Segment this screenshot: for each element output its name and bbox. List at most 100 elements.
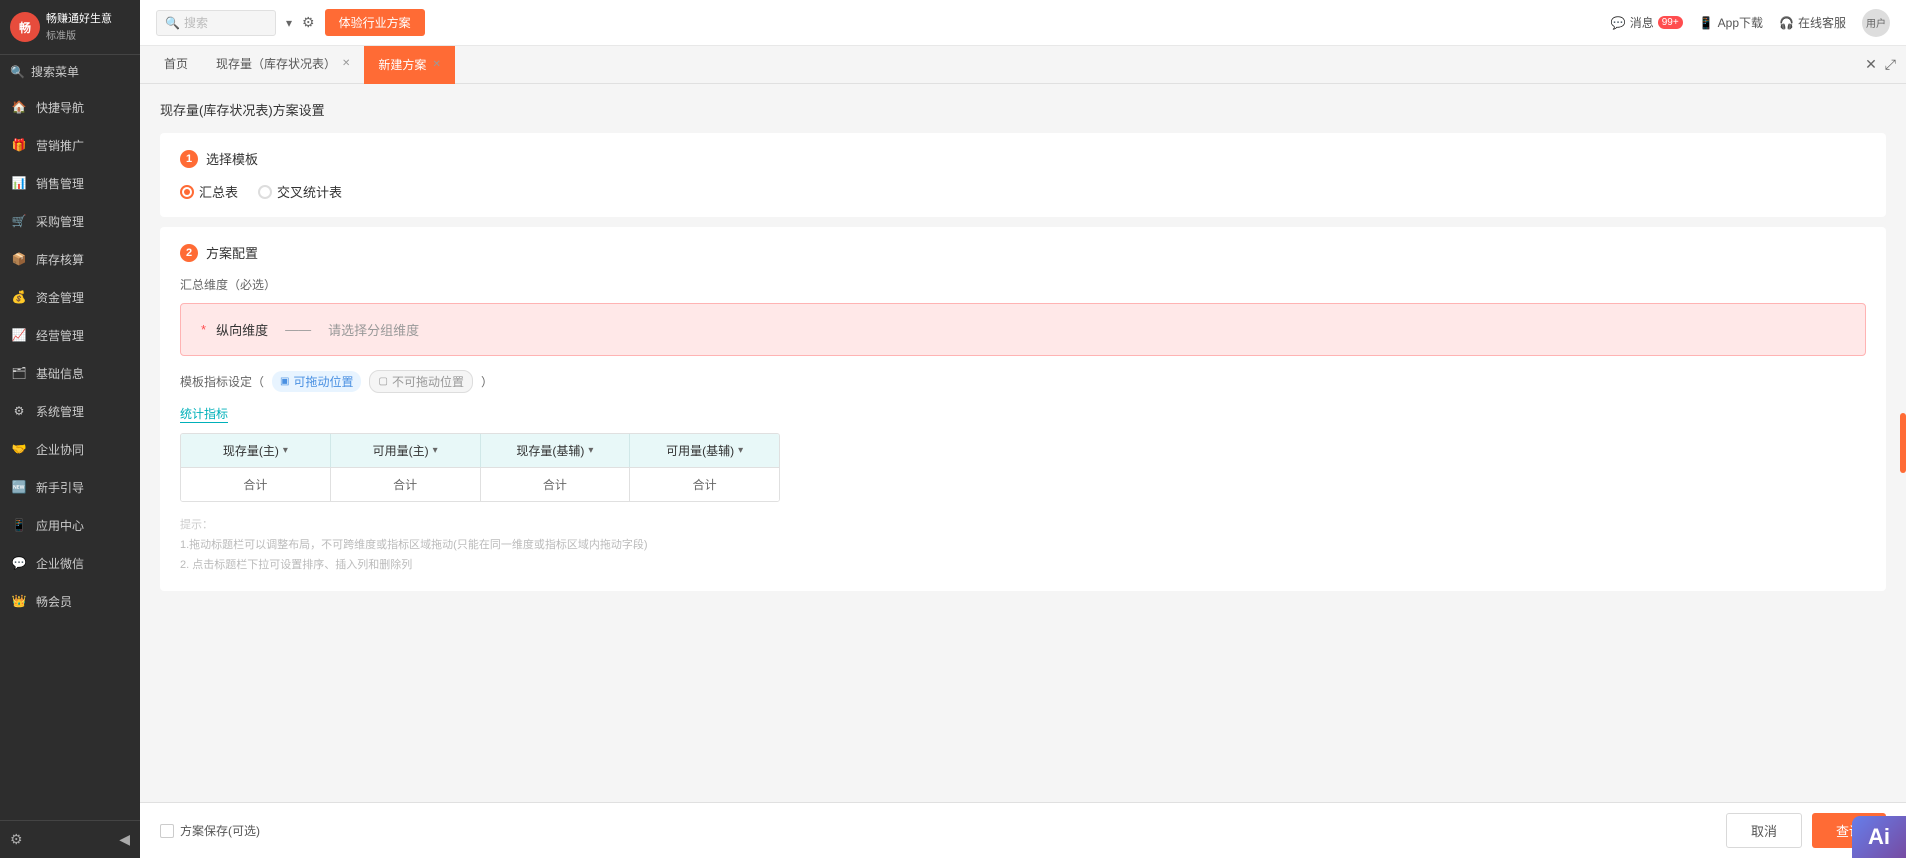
trial-button[interactable]: 体验行业方案 <box>325 9 425 36</box>
dimension-label: 汇总维度（必选） <box>180 276 1866 293</box>
col-current-main[interactable]: 现存量(主) ▾ <box>181 434 331 467</box>
sidebar-item-label: 经营管理 <box>36 327 84 344</box>
col-current-aux[interactable]: 现存量(基辅) ▾ <box>481 434 631 467</box>
tab-home[interactable]: 首页 <box>150 46 202 84</box>
sidebar-item-label: 销售管理 <box>36 175 84 192</box>
section1-header: 1 选择模板 <box>180 149 1866 168</box>
topbar-gear-icon[interactable]: ⚙ <box>302 14 315 31</box>
sidebar-item-sales[interactable]: 📊 销售管理 <box>0 164 140 202</box>
tab-home-label: 首页 <box>164 55 188 72</box>
message-icon: 💬 <box>1611 16 1626 30</box>
sidebar: 畅 畅赚通好生意 标准版 🔍 搜索菜单 🏠 快捷导航 🎁 营销推广 📊 销售管理… <box>0 0 140 858</box>
app-download-item[interactable]: 📱 App下载 <box>1699 14 1763 31</box>
collapse-icon[interactable]: ◀ <box>119 831 130 848</box>
bottom-bar: 方案保存(可选) 取消 查询 <box>140 802 1906 858</box>
radio-summary[interactable]: 汇总表 <box>180 182 238 201</box>
radio-crosstab-circle <box>258 185 272 199</box>
dimension-box[interactable]: * 纵向维度 —— 请选择分组维度 <box>180 303 1866 356</box>
radio-crosstab[interactable]: 交叉统计表 <box>258 182 342 201</box>
col-available-main[interactable]: 可用量(主) ▾ <box>331 434 481 467</box>
sidebar-item-wechat[interactable]: 💬 企业微信 <box>0 544 140 582</box>
sidebar-item-basicinfo[interactable]: 🗂 基础信息 <box>0 354 140 392</box>
enterprise-icon: 🤝 <box>10 440 28 458</box>
col-current-main-arrow[interactable]: ▾ <box>283 445 288 456</box>
col-available-main-arrow[interactable]: ▾ <box>433 445 438 456</box>
scroll-indicator <box>1900 413 1906 473</box>
tab-inventory-report[interactable]: 现存量（库存状况表） ✕ <box>202 46 364 84</box>
col-current-main-label: 现存量(主) <box>223 442 279 459</box>
sidebar-item-finance[interactable]: 💰 资金管理 <box>0 278 140 316</box>
dimension-separator: —— <box>278 322 318 337</box>
sidebar-item-purchase[interactable]: 🛒 采购管理 <box>0 202 140 240</box>
col-available-aux[interactable]: 可用量(基辅) ▾ <box>630 434 779 467</box>
sidebar-item-inventory[interactable]: 📦 库存核算 <box>0 240 140 278</box>
col-available-aux-arrow[interactable]: ▾ <box>738 445 743 456</box>
user-avatar[interactable]: 用户 <box>1862 9 1890 37</box>
finance-icon: 💰 <box>10 288 28 306</box>
settings-icon[interactable]: ⚙ <box>10 831 23 848</box>
tab-new-close[interactable]: ✕ <box>432 59 440 70</box>
section1-num: 1 <box>180 150 198 168</box>
sidebar-nav: 🏠 快捷导航 🎁 营销推广 📊 销售管理 🛒 采购管理 📦 库存核算 💰 资金管… <box>0 88 140 820</box>
sidebar-search-label: 搜索菜单 <box>31 63 79 80</box>
tab-inventory-close[interactable]: ✕ <box>342 58 350 69</box>
stats-label-row: 统计指标 <box>180 405 1866 423</box>
win-maximize-icon[interactable]: ⤢ <box>1885 56 1896 73</box>
sidebar-item-operations[interactable]: 📈 经营管理 <box>0 316 140 354</box>
wechat-icon: 💬 <box>10 554 28 572</box>
online-support-item[interactable]: 🎧 在线客服 <box>1779 14 1846 31</box>
inventory-icon: 📦 <box>10 250 28 268</box>
ai-badge[interactable]: Ai <box>1852 816 1906 858</box>
message-item[interactable]: 💬 消息 99+ <box>1611 14 1683 31</box>
draggable-label: 可拖动位置 <box>293 373 353 390</box>
sidebar-item-label: 企业协同 <box>36 441 84 458</box>
search-icon: 🔍 <box>165 16 180 30</box>
sidebar-footer: ⚙ ◀ <box>0 820 140 858</box>
app-name: 畅赚通好生意 <box>46 12 112 26</box>
indicator-close-paren: ） <box>481 373 493 390</box>
col-available-aux-label: 可用量(基辅) <box>666 442 734 459</box>
sidebar-logo: 畅 畅赚通好生意 标准版 <box>0 0 140 55</box>
stats-section: 统计指标 现存量(主) ▾ 可用量(主) ▾ 现存量(基辅) <box>180 405 1866 575</box>
sidebar-item-label: 应用中心 <box>36 517 84 534</box>
indicator-settings-label: 模板指标设定（ <box>180 373 264 390</box>
draggable-icon: ▣ <box>280 376 289 387</box>
cell-available-main-val: 合计 <box>393 476 417 493</box>
col-current-aux-arrow[interactable]: ▾ <box>588 445 593 456</box>
member-icon: 👑 <box>10 592 28 610</box>
online-support-label: 在线客服 <box>1798 14 1846 31</box>
non-draggable-label: 不可拖动位置 <box>392 373 464 390</box>
sidebar-item-newguide[interactable]: 🆕 新手引导 <box>0 468 140 506</box>
tip-item2: 2. 点击标题栏下拉可设置排序、插入列和删除列 <box>180 559 412 571</box>
basicinfo-icon: 🗂 <box>10 364 28 382</box>
sidebar-item-label: 采购管理 <box>36 213 84 230</box>
stats-table-header: 现存量(主) ▾ 可用量(主) ▾ 现存量(基辅) ▾ 可用量(基辅) <box>181 434 779 467</box>
sidebar-item-marketing[interactable]: 🎁 营销推广 <box>0 126 140 164</box>
sidebar-search[interactable]: 🔍 搜索菜单 <box>0 55 140 88</box>
stats-label: 统计指标 <box>180 405 228 423</box>
sidebar-item-enterprise[interactable]: 🤝 企业协同 <box>0 430 140 468</box>
page-title: 现存量(库存状况表)方案设置 <box>160 100 1886 119</box>
section-config: 2 方案配置 汇总维度（必选） * 纵向维度 —— 请选择分组维度 模板指标设定… <box>160 227 1886 591</box>
cell-current-aux-val: 合计 <box>543 476 567 493</box>
sidebar-item-system[interactable]: ⚙ 系统管理 <box>0 392 140 430</box>
cancel-button[interactable]: 取消 <box>1726 813 1802 848</box>
topbar-left: 🔍 搜索 ▾ ⚙ 体验行业方案 <box>156 9 425 36</box>
headset-icon: 🎧 <box>1779 16 1794 30</box>
section2-title: 方案配置 <box>206 243 258 262</box>
sidebar-item-label: 资金管理 <box>36 289 84 306</box>
sales-icon: 📊 <box>10 174 28 192</box>
save-plan-checkbox[interactable] <box>160 824 174 838</box>
tab-new-plan[interactable]: 新建方案 ✕ <box>364 46 454 84</box>
non-draggable-icon: ▢ <box>378 376 387 387</box>
win-close-icon[interactable]: ✕ <box>1865 56 1877 73</box>
topbar-dropdown-arrow[interactable]: ▾ <box>286 16 292 30</box>
sidebar-item-quicknav[interactable]: 🏠 快捷导航 <box>0 88 140 126</box>
section1-title: 选择模板 <box>206 149 258 168</box>
sidebar-item-member[interactable]: 👑 畅会员 <box>0 582 140 620</box>
topbar-search-box[interactable]: 🔍 搜索 <box>156 10 276 36</box>
dimension-placeholder: 请选择分组维度 <box>328 320 419 339</box>
sidebar-item-label: 新手引导 <box>36 479 84 496</box>
message-label: 消息 <box>1630 14 1654 31</box>
sidebar-item-appcenter[interactable]: 📱 应用中心 <box>0 506 140 544</box>
